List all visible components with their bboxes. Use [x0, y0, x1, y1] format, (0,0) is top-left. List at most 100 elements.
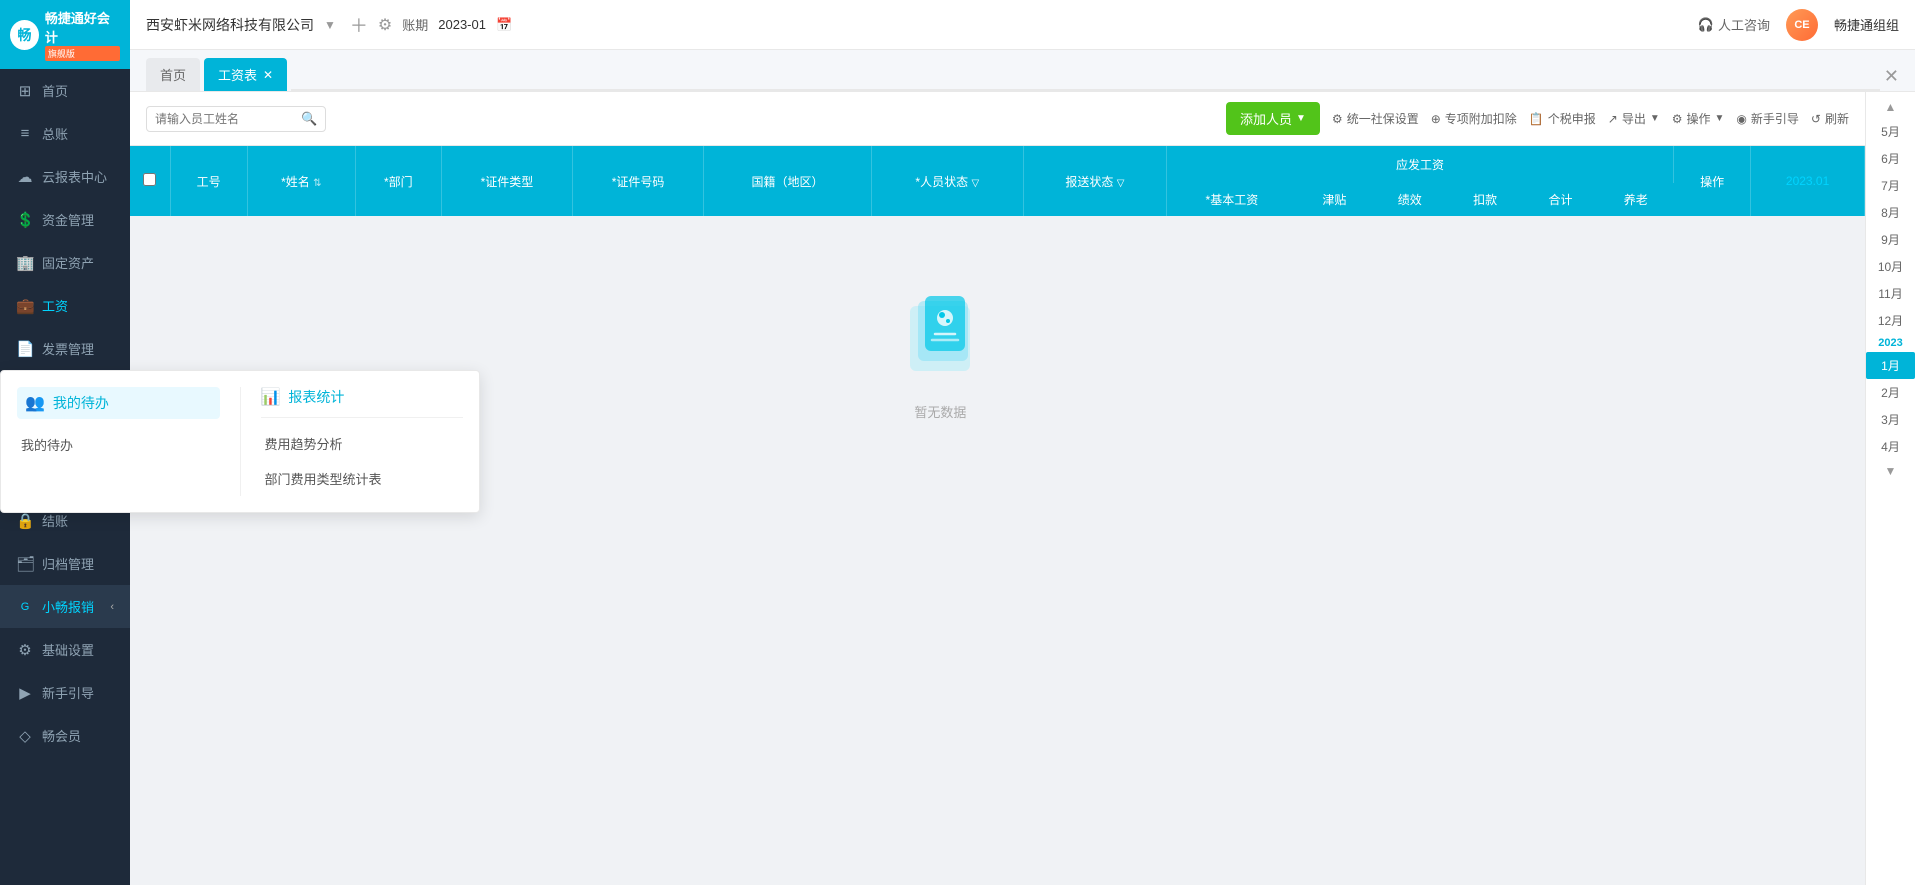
tax-icon-btn: 📋	[1529, 112, 1544, 126]
empty-icon-svg	[890, 296, 990, 386]
support-button[interactable]: 🎧 人工咨询	[1698, 15, 1770, 34]
todo-header: 👥 我的待办	[17, 387, 220, 419]
search-icon[interactable]: 🔍	[301, 111, 317, 127]
month-9[interactable]: 9月	[1866, 226, 1915, 253]
popup-divider	[240, 387, 241, 496]
company-dropdown[interactable]: ▼	[324, 18, 336, 32]
th-report-status[interactable]: 报送状态 ▽	[1023, 146, 1166, 216]
month-5[interactable]: 5月	[1866, 118, 1915, 145]
operation-btn[interactable]: ⚙ 操作 ▼	[1672, 110, 1725, 127]
home-icon: ⊞	[16, 82, 34, 100]
month-4[interactable]: 4月	[1866, 433, 1915, 460]
th-op: 操作	[1673, 146, 1750, 216]
refresh-btn[interactable]: ↺ 刷新	[1811, 110, 1849, 127]
month-8[interactable]: 8月	[1866, 199, 1915, 226]
sidebar-item-assets[interactable]: 🏢 固定资产	[0, 241, 130, 284]
tab-home[interactable]: 首页	[146, 58, 200, 91]
sidebar-item-funds[interactable]: 💲 资金管理	[0, 198, 130, 241]
toolbar: 🔍 添加人员 ▼ ⚙ 统一社保设置 ⊕ 专项附加扣除	[130, 92, 1865, 146]
todo-icon: 👥	[25, 393, 45, 413]
sidebar-item-cloud[interactable]: ☁ 云报表中心	[0, 155, 130, 198]
table-container: 工号 *姓名 ⇅ *部门 *证件类型	[130, 146, 1865, 885]
month-1[interactable]: 1月	[1866, 352, 1915, 379]
sidebar-item-settings[interactable]: ⚙ 基础设置	[0, 628, 130, 671]
sidebar-item-ledger[interactable]: ≡ 总账	[0, 112, 130, 155]
sidebar-item-home[interactable]: ⊞ 首页	[0, 69, 130, 112]
operation-icon: ⚙	[1672, 112, 1683, 126]
th-deduct: 扣款	[1447, 183, 1522, 216]
deduct-icon: ⊕	[1431, 112, 1441, 126]
sidebar-item-salary[interactable]: 💼 工资	[0, 284, 130, 327]
th-checkbox[interactable]	[130, 146, 170, 216]
user-name: 畅捷通组组	[1834, 15, 1899, 34]
month-3[interactable]: 3月	[1866, 406, 1915, 433]
month-10[interactable]: 10月	[1866, 253, 1915, 280]
sidebar-item-guide[interactable]: ▶ 新手引导	[0, 671, 130, 714]
settings-icon: ⚙	[16, 641, 34, 659]
headset-icon: 🎧	[1698, 17, 1714, 33]
th-id-no: *证件号码	[573, 146, 704, 216]
my-todo-item[interactable]: 我的待办	[17, 427, 220, 462]
month-scroll-down[interactable]: ▼	[1866, 460, 1915, 482]
reports-header: 📊 报表统计	[261, 387, 464, 418]
topbar: 西安虾米网络科技有限公司 ▼ ＋ ⚙ 账期 2023-01 📅 🎧 人工咨询 C…	[130, 0, 1915, 50]
app-logo: 畅 畅捷通好会计 旗舰版	[0, 0, 130, 69]
invoice-icon: 📄	[16, 340, 34, 358]
month-2[interactable]: 2月	[1866, 379, 1915, 406]
report-filter-icon[interactable]: ▽	[1117, 178, 1125, 189]
funds-icon: 💲	[16, 211, 34, 229]
dept-expense-item[interactable]: 部门费用类型统计表	[261, 461, 464, 496]
month-sidebar: ▲ 5月 6月 7月 8月 9月 10月 11月 12月 2023 1月 2月 …	[1865, 92, 1915, 885]
month-12[interactable]: 12月	[1866, 307, 1915, 334]
deduct-btn[interactable]: ⊕ 专项附加扣除	[1431, 110, 1517, 127]
th-no: 工号	[170, 146, 247, 216]
th-salary-group: 应发工资	[1167, 146, 1674, 183]
social-icon: ⚙	[1332, 112, 1343, 126]
xpense-popup: 👥 我的待办 我的待办 📊 报表统计 费用趋势分析 部门费用类型统计表	[0, 370, 480, 513]
year-2023: 2023	[1876, 334, 1904, 352]
xpense-arrow: ‹	[110, 601, 114, 613]
export-icon: ↗	[1608, 112, 1618, 126]
select-all-checkbox[interactable]	[143, 173, 156, 186]
calendar-icon[interactable]: 📅	[496, 17, 512, 33]
sidebar-item-member[interactable]: ◇ 畅会员	[0, 714, 130, 757]
status-filter-icon[interactable]: ▽	[971, 178, 979, 189]
tax-report-btn[interactable]: 📋 个税申报	[1529, 110, 1596, 127]
month-6[interactable]: 6月	[1866, 145, 1915, 172]
topbar-right: 🎧 人工咨询 CE 畅捷通组组	[1698, 9, 1899, 41]
newbie-guide-btn[interactable]: ◉ 新手引导	[1736, 110, 1799, 127]
period-label: 账期	[402, 15, 428, 34]
export-btn[interactable]: ↗ 导出 ▼	[1608, 110, 1660, 127]
popup-col-reports: 📊 报表统计 费用趋势分析 部门费用类型统计表	[261, 387, 464, 496]
sidebar-item-invoice[interactable]: 📄 发票管理	[0, 327, 130, 370]
add-person-button[interactable]: 添加人员 ▼	[1226, 102, 1320, 135]
period-value: 2023-01	[438, 17, 486, 32]
reports-icon: 📊	[261, 387, 281, 407]
guide-circle-icon: ◉	[1736, 112, 1746, 126]
th-pension: 养老	[1598, 183, 1673, 216]
toolbar-right: 添加人员 ▼ ⚙ 统一社保设置 ⊕ 专项附加扣除 📋 个税申报	[1226, 102, 1849, 135]
assets-icon: 🏢	[16, 254, 34, 272]
tab-salary[interactable]: 工资表 ✕	[204, 58, 287, 91]
sidebar-item-archive[interactable]: 🗂 归档管理	[0, 542, 130, 585]
add-company-btn[interactable]: ＋	[350, 12, 368, 38]
th-name[interactable]: *姓名 ⇅	[247, 146, 355, 216]
settings-btn[interactable]: ⚙	[378, 15, 392, 35]
sidebar-item-xpense[interactable]: G 小畅报销 ‹	[0, 585, 130, 628]
social-settings-btn[interactable]: ⚙ 统一社保设置	[1332, 110, 1419, 127]
search-input[interactable]	[155, 112, 295, 126]
month-scroll-up[interactable]: ▲	[1866, 96, 1915, 118]
month-7[interactable]: 7月	[1866, 172, 1915, 199]
tab-close-icon[interactable]: ✕	[263, 68, 273, 82]
logo-icon: 畅	[10, 20, 39, 50]
name-sort-icon: ⇅	[313, 178, 321, 189]
export-arrow: ▼	[1650, 113, 1660, 124]
th-total: 合计	[1523, 183, 1598, 216]
expense-trend-item[interactable]: 费用趋势分析	[261, 426, 464, 461]
month-11[interactable]: 11月	[1866, 280, 1915, 307]
close-window-btn[interactable]: ✕	[1884, 66, 1899, 87]
logo-badge: 旗舰版	[45, 46, 120, 61]
th-status[interactable]: *人员状态 ▽	[871, 146, 1023, 216]
member-icon: ◇	[16, 727, 34, 745]
th-bonus: 绩效	[1372, 183, 1447, 216]
